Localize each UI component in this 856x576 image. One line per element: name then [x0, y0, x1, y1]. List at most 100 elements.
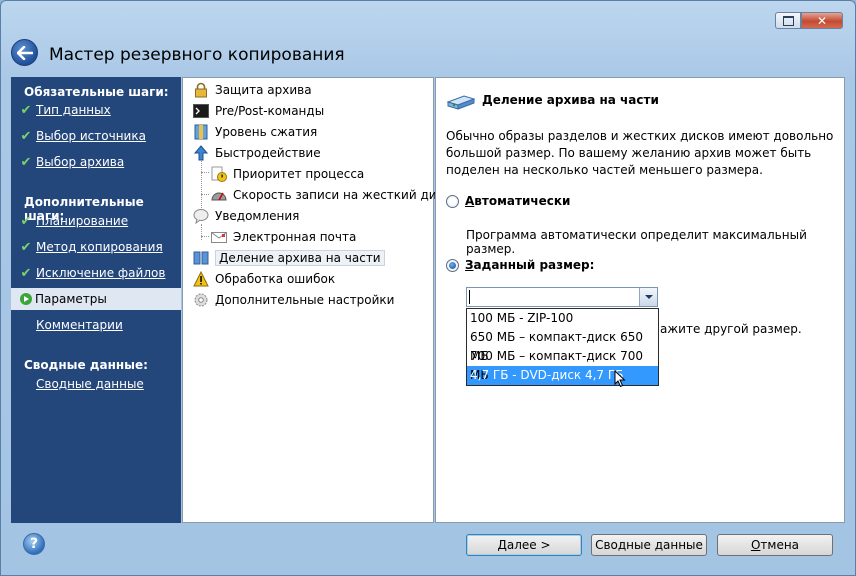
sidebar-step-label: Выбор источника — [36, 129, 146, 143]
tree-item[interactable]: Защита архива — [193, 81, 312, 99]
tree-item-label: Деление архива на части — [215, 250, 385, 266]
tree-item-label: Дополнительные настройки — [215, 293, 395, 307]
current-step-arrow-icon — [20, 293, 32, 305]
panel-heading-text: Деление архива на части — [482, 93, 659, 107]
gear-icon — [193, 292, 209, 308]
sidebar-step-label: Сводные данные — [36, 377, 144, 391]
maximize-icon — [782, 15, 794, 26]
sidebar-step-label: Планирование — [36, 214, 129, 228]
sidebar-step-item[interactable]: Сводные данные — [11, 373, 181, 395]
required-steps-heading: Обязательные шаги: — [24, 85, 169, 99]
close-icon: ✕ — [816, 13, 828, 28]
window-title: Мастер резервного копирования — [49, 45, 345, 65]
sidebar-step-item[interactable]: ✔ Метод копирования — [11, 236, 181, 258]
sidebar-step-label: Исключение файлов — [36, 266, 166, 280]
tree-item-label: Уведомления — [215, 209, 300, 223]
tree-item-label: Приоритет процесса — [233, 167, 365, 181]
close-button[interactable]: ✕ — [801, 12, 843, 29]
speech-bubble-icon — [193, 208, 209, 224]
tree-item[interactable]: Уровень сжатия — [193, 123, 317, 141]
size-option[interactable]: 650 МБ – компакт-диск 650 МБ — [467, 328, 658, 363]
sidebar-step-label: Параметры — [35, 292, 107, 306]
envelope-icon — [211, 229, 227, 245]
compress-icon — [193, 124, 209, 140]
tree-item[interactable]: Электронная почта — [211, 228, 356, 246]
custom-size-hint: ажите другой размер. — [660, 322, 802, 336]
tree-item-label: Электронная почта — [233, 230, 357, 244]
up-arrow-icon — [193, 145, 209, 161]
fixed-size-radio-button[interactable] — [446, 258, 459, 272]
checkmark-icon: ✔ — [20, 102, 32, 118]
summary-heading: Сводные данные: — [24, 358, 148, 372]
sidebar-step-item[interactable]: ✔ Тип данных — [11, 99, 181, 121]
sidebar-step-item[interactable]: ✔ Планирование — [11, 210, 181, 232]
auto-radio[interactable]: Автоматически — [446, 194, 570, 208]
auto-description: Программа автоматически определит максим… — [466, 228, 807, 256]
checkmark-icon: ✔ — [20, 239, 32, 255]
summary-button[interactable]: Сводные данные — [591, 534, 707, 556]
maximize-button[interactable] — [775, 12, 801, 29]
gauge-icon — [211, 187, 227, 203]
sidebar-step-item[interactable]: Комментарии — [11, 314, 181, 336]
size-dropdown-list: 100 МБ - ZIP-100 650 МБ – компакт-диск 65… — [466, 308, 659, 386]
help-button[interactable]: ? — [23, 533, 45, 555]
text-caret — [469, 290, 470, 304]
fixed-size-radio-label: Заданный размер: — [465, 258, 595, 272]
tree-item[interactable]: Дополнительные настройки — [193, 291, 394, 309]
panel-heading: Деление архива на части — [446, 90, 659, 110]
tree-item-label: Скорость записи на жесткий диск — [233, 188, 451, 202]
checkmark-icon: ✔ — [20, 128, 32, 144]
window-controls: ✕ — [775, 12, 843, 29]
tree-item-label: Pre/Post-команды — [215, 104, 325, 118]
size-option[interactable]: 100 МБ - ZIP-100 — [467, 309, 658, 328]
help-icon: ? — [29, 536, 39, 552]
lock-icon — [193, 82, 209, 98]
tree-item[interactable]: Быстродействие — [193, 144, 321, 162]
sidebar-step-item[interactable]: ✔ Выбор архива — [11, 151, 181, 173]
steps-sidebar: Обязательные шаги: Дополнительные шаги: … — [11, 77, 181, 523]
tree-item[interactable]: Pre/Post-команды — [193, 102, 324, 120]
split-archive-icon — [193, 250, 209, 266]
sidebar-step-label: Выбор архива — [36, 155, 125, 169]
cancel-button-label: Отмена — [750, 538, 800, 552]
sidebar-step-label: Комментарии — [36, 318, 123, 332]
combobox-dropdown-button[interactable] — [639, 288, 657, 306]
size-combobox[interactable] — [466, 287, 658, 307]
tree-item-label: Защита архива — [215, 83, 312, 97]
wizard-window: ✕ Мастер резервного копирования Обязател… — [0, 0, 856, 576]
panel-description: Обычно образы разделов и жестких дисков … — [446, 129, 834, 177]
auto-radio-label: Автоматически — [465, 194, 571, 208]
fixed-size-radio[interactable]: Заданный размер: — [446, 258, 594, 272]
sidebar-step-item[interactable]: ✔ Исключение файлов — [11, 262, 181, 284]
tree-item[interactable]: Скорость записи на жесткий диск — [211, 186, 450, 204]
size-option[interactable]: 700 МБ – компакт-диск 700 МБ — [467, 347, 658, 382]
auto-radio-button[interactable] — [446, 194, 459, 208]
size-option[interactable]: 4,7 ГБ - DVD-диск 4,7 ГБ — [467, 366, 658, 385]
priority-icon — [211, 166, 227, 182]
cancel-button[interactable]: Отмена — [717, 534, 833, 556]
checkmark-icon: ✔ — [20, 213, 32, 229]
back-button[interactable] — [11, 39, 38, 66]
tree-item-label: Быстродействие — [215, 146, 321, 160]
tree-item[interactable]: Деление архива на части — [193, 249, 385, 267]
tree-item[interactable]: Обработка ошибок — [193, 270, 335, 288]
sidebar-step-item[interactable]: Параметры — [11, 288, 181, 310]
checkmark-icon: ✔ — [20, 265, 32, 281]
next-button[interactable]: Далее > — [466, 534, 582, 556]
sidebar-step-label: Тип данных — [36, 103, 111, 117]
mouse-cursor-icon — [614, 370, 626, 388]
sidebar-step-item[interactable]: ✔ Выбор источника — [11, 125, 181, 147]
back-arrow-icon — [16, 45, 33, 60]
split-archive-icon — [446, 95, 476, 110]
tree-item-label: Уровень сжатия — [215, 125, 318, 139]
tree-item[interactable]: Уведомления — [193, 207, 299, 225]
checkmark-icon: ✔ — [20, 154, 32, 170]
settings-panel: Деление архива на части Обычно образы ра… — [435, 77, 845, 523]
tree-item-label: Обработка ошибок — [215, 272, 336, 286]
options-tree: Защита архива Pre/Post-команды Уровень сжа… — [182, 77, 450, 523]
console-icon — [193, 103, 209, 119]
tree-item[interactable]: Приоритет процесса — [211, 165, 364, 183]
sidebar-step-label: Метод копирования — [36, 240, 163, 254]
next-button-label: Далее > — [497, 538, 551, 552]
warning-icon — [193, 271, 209, 287]
